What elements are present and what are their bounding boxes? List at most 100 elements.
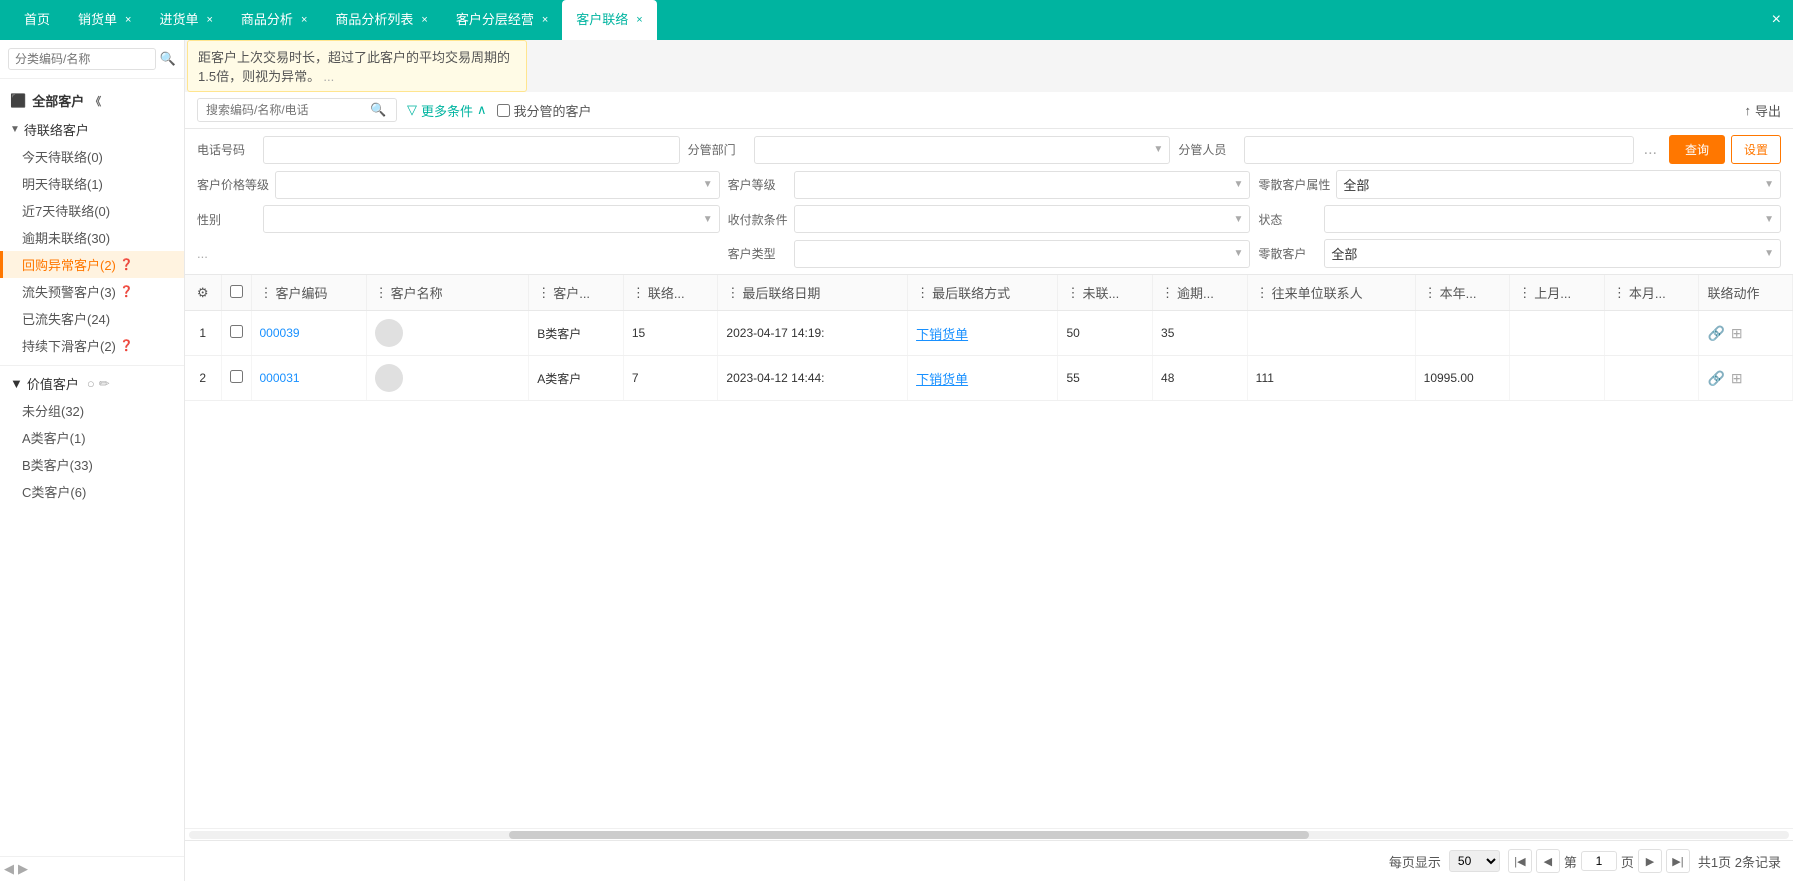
sidebar-tomorrow-pending[interactable]: 明天待联络(1) <box>0 170 184 197</box>
row-action-link-icon[interactable]: 🔗 <box>1707 325 1724 342</box>
last-page-btn[interactable]: ▶| <box>1666 849 1690 873</box>
row-contact: 7 <box>623 356 718 401</box>
close-app-button[interactable]: × <box>1772 11 1781 29</box>
main-search-input[interactable] <box>206 103 366 117</box>
filter-dept: 分管部门 ▼ <box>688 136 1171 164</box>
dept-select[interactable]: ▼ <box>754 136 1171 164</box>
sidebar-a-class[interactable]: A类客户(1) <box>0 424 184 451</box>
pagination-bar: 每页显示 50 100 200 |◀ ◀ 第 页 ▶ ▶| 共1页 2条记录 <box>185 840 1793 881</box>
row-name[interactable] <box>366 311 529 356</box>
col-sort-icon9: ⋮ <box>1256 285 1269 301</box>
add-group-icon[interactable]: ○ <box>87 376 95 391</box>
customer-type-select[interactable]: ▼ <box>794 240 1251 268</box>
sidebar-today-pending[interactable]: 今天待联络(0) <box>0 143 184 170</box>
retail-attr-select[interactable]: 全部▼ <box>1336 170 1781 199</box>
row-action-link-icon[interactable]: 🔗 <box>1707 370 1724 387</box>
th-gear[interactable]: ⚙ <box>185 275 221 311</box>
gear-icon[interactable]: ⚙ <box>197 285 209 300</box>
row-code[interactable]: 000031 <box>251 356 366 401</box>
close-analysis-tab[interactable]: × <box>301 0 307 40</box>
horizontal-scrollbar[interactable] <box>185 828 1793 840</box>
nav-customer-seg[interactable]: 客户分层经营 × <box>442 0 562 40</box>
filter-gender: 性别 ▼ <box>197 205 720 233</box>
sidebar-b-class[interactable]: B类客户(33) <box>0 451 184 478</box>
export-button[interactable]: ↑ 导出 <box>1744 101 1781 120</box>
row-overdue: 35 <box>1153 311 1248 356</box>
sidebar-overdue-pending[interactable]: 逾期未联络(30) <box>0 224 184 251</box>
nav-sales[interactable]: 销货单 × <box>64 0 145 40</box>
next-page-btn[interactable]: ▶ <box>1638 849 1662 873</box>
nav-home[interactable]: 首页 <box>10 0 64 40</box>
row-code[interactable]: 000039 <box>251 311 366 356</box>
main-layout: 🔍 ⬛ 全部客户 《 ▼ 待联络客户 今天待联络(0) 明天待联络(1) 近7天… <box>0 40 1793 881</box>
sidebar-all-customers[interactable]: ⬛ 全部客户 《 <box>0 85 184 116</box>
manager-more-btn[interactable]: ... <box>1640 141 1661 159</box>
main-search-icon[interactable]: 🔍 <box>370 102 386 118</box>
row-num: 1 <box>185 311 221 356</box>
sidebar-7day-pending[interactable]: 近7天待联络(0) <box>0 197 184 224</box>
row-unit-contact <box>1247 311 1415 356</box>
nav-analysis-list[interactable]: 商品分析列表 × <box>321 0 441 40</box>
row-name[interactable] <box>366 356 529 401</box>
sidebar-scroll-right[interactable]: ▶ <box>18 861 28 877</box>
row-last-contact-method[interactable]: 下销货单 <box>908 356 1058 401</box>
sidebar-search-input[interactable] <box>8 48 156 70</box>
row-uncontacted: 55 <box>1058 356 1153 401</box>
sidebar-loss-preview[interactable]: 流失预警客户(3) ❓ <box>0 278 184 305</box>
search-box: 🔍 <box>197 98 397 122</box>
sidebar-search-icon[interactable]: 🔍 <box>160 51 176 67</box>
close-analysis-list-tab[interactable]: × <box>421 0 427 40</box>
page-number-input[interactable] <box>1581 851 1617 871</box>
scroll-thumb[interactable] <box>509 831 1309 839</box>
row-checkbox[interactable] <box>230 370 243 383</box>
my-customers-toggle[interactable]: 我分管的客户 <box>497 101 592 120</box>
manager-input[interactable] <box>1244 136 1633 164</box>
close-customer-contact-tab[interactable]: × <box>636 0 642 40</box>
filter-icon: ▽ <box>407 102 417 118</box>
close-purchase-tab[interactable]: × <box>206 0 212 40</box>
first-page-btn[interactable]: |◀ <box>1508 849 1532 873</box>
row-last-contact-method[interactable]: 下销货单 <box>908 311 1058 356</box>
sidebar-c-class[interactable]: C类客户(6) <box>0 478 184 505</box>
sidebar-declining[interactable]: 持续下滑客户(2) ❓ <box>0 332 184 359</box>
select-all-checkbox[interactable] <box>230 285 243 298</box>
sidebar-scroll-left[interactable]: ◀ <box>4 861 14 877</box>
sidebar-pending-group[interactable]: ▼ 待联络客户 <box>0 116 184 143</box>
prev-page-btn[interactable]: ◀ <box>1536 849 1560 873</box>
sidebar-repurchase-abnormal[interactable]: 回购异常客户(2) ❓ <box>0 251 184 278</box>
edit-group-icon[interactable]: ✏ <box>99 376 110 392</box>
row-checkbox[interactable] <box>230 325 243 338</box>
gender-select[interactable]: ▼ <box>263 205 720 233</box>
th-overdue: ⋮逾期... <box>1153 275 1248 311</box>
more-filters-dots[interactable]: ... <box>197 246 208 261</box>
per-page-select[interactable]: 50 100 200 <box>1449 850 1500 872</box>
my-customers-checkbox[interactable] <box>497 104 510 117</box>
price-level-select[interactable]: ▼ <box>275 171 720 199</box>
more-conditions-btn[interactable]: ▽ 更多条件 ∧ <box>407 101 487 120</box>
row-action-grid-icon[interactable]: ⊞ <box>1731 370 1743 387</box>
close-customer-seg-tab[interactable]: × <box>542 0 548 40</box>
phone-input[interactable] <box>263 136 680 164</box>
nav-customer-contact[interactable]: 客户联络 × <box>562 0 656 40</box>
settings-button[interactable]: 设置 <box>1731 135 1781 164</box>
payment-select[interactable]: ▼ <box>794 205 1251 233</box>
th-last-month: ⋮上月... <box>1510 275 1605 311</box>
nav-analysis[interactable]: 商品分析 × <box>227 0 321 40</box>
filter-customer-level: 客户等级 ▼ <box>728 171 1251 199</box>
col-sort-icon5: ⋮ <box>726 285 739 301</box>
query-button[interactable]: 查询 <box>1669 135 1725 164</box>
customer-level-select[interactable]: ▼ <box>794 171 1251 199</box>
status-select[interactable]: ▼ <box>1324 205 1781 233</box>
nav-purchase[interactable]: 进货单 × <box>145 0 226 40</box>
th-name: ⋮客户名称 <box>366 275 529 311</box>
row-action-grid-icon[interactable]: ⊞ <box>1731 325 1743 342</box>
sidebar-collapse-btn[interactable]: 《 <box>90 93 101 109</box>
sidebar-lost[interactable]: 已流失客户(24) <box>0 305 184 332</box>
retail-customer-select[interactable]: 全部▼ <box>1324 239 1781 268</box>
sidebar-bottom-controls: ◀ ▶ <box>0 856 184 881</box>
top-navigation: 首页 销货单 × 进货单 × 商品分析 × 商品分析列表 × 客户分层经营 × … <box>0 0 1793 40</box>
sidebar-unclassified[interactable]: 未分组(32) <box>0 397 184 424</box>
row-last-contact-date: 2023-04-12 14:44: <box>718 356 908 401</box>
filter-phone: 电话号码 <box>197 136 680 164</box>
close-sales-tab[interactable]: × <box>125 0 131 40</box>
